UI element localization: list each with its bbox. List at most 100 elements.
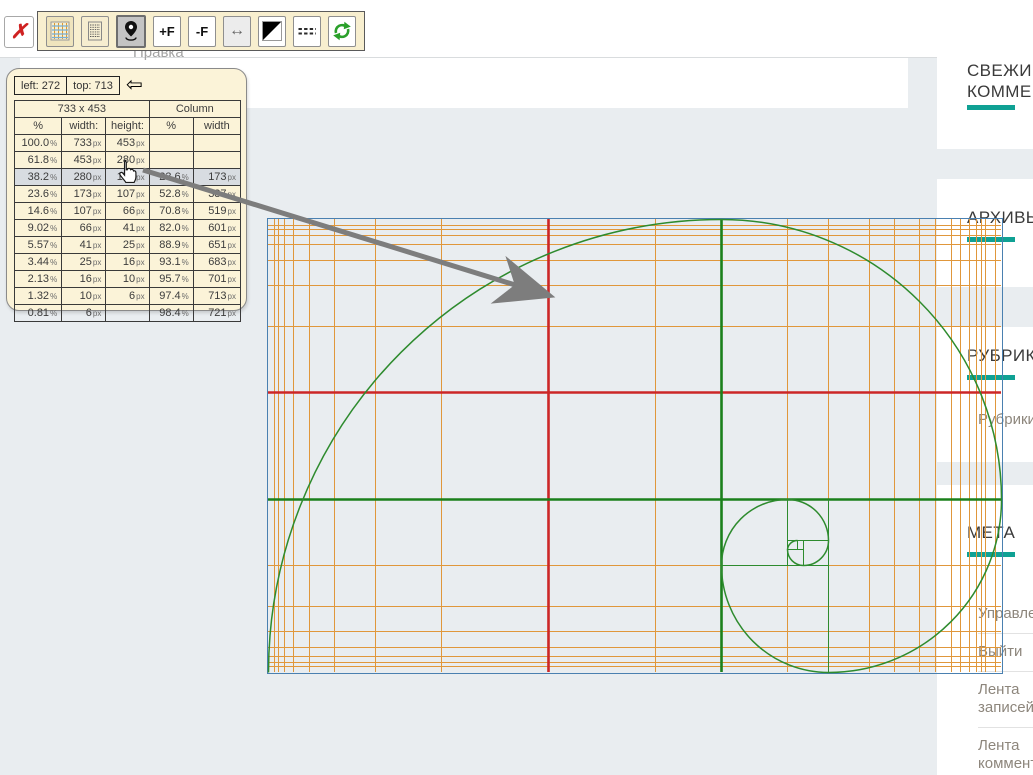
screen: Правка СВЕЖИЕ КОММЕНТАРИИ АРХИВЫ РУБРИКИ… xyxy=(0,0,1033,775)
measure-row[interactable]: 38.2% 280px 173px 23.6% 173px xyxy=(13,168,242,186)
measure-cell[interactable]: 25px xyxy=(61,253,107,271)
measure-cell[interactable]: 683px xyxy=(192,253,242,271)
measure-row[interactable]: 100.0% 733px 453px xyxy=(13,134,242,152)
widget-link-item: Лента комментариев xyxy=(978,728,1033,775)
measure-cell[interactable]: 713px xyxy=(192,287,242,305)
widget-link-list: Рубрики xyxy=(978,402,1033,439)
measure-cell[interactable]: 9.02% xyxy=(13,219,63,237)
measure-row[interactable]: 0.81% 6px 98.4% 721px xyxy=(13,304,242,322)
widget-title: РУБРИКИ xyxy=(967,346,1033,365)
refresh-icon xyxy=(333,21,351,41)
measure-cell[interactable]: 100.0% xyxy=(13,134,63,152)
width-resize-button[interactable]: ↔ xyxy=(223,15,251,47)
contrast-triangle-icon xyxy=(262,21,282,41)
refresh-button[interactable] xyxy=(328,15,356,47)
measure-cell[interactable]: 52.8% xyxy=(148,185,194,203)
measure-cell[interactable]: 25px xyxy=(105,236,150,254)
measure-cell[interactable]: 721px xyxy=(192,304,242,322)
measure-cell[interactable]: 453px xyxy=(105,134,150,152)
grid-toggle-button[interactable] xyxy=(46,15,74,47)
sidebar-link[interactable]: Лента записей xyxy=(978,681,1033,716)
measure-cell[interactable]: 733px xyxy=(61,134,107,152)
sidebar-link[interactable]: Управление xyxy=(978,605,1033,622)
measure-cell[interactable]: 701px xyxy=(192,270,242,288)
measure-cell[interactable]: 16px xyxy=(105,253,150,271)
measure-cell[interactable]: 107px xyxy=(61,202,107,220)
measure-cell[interactable]: 41px xyxy=(61,236,107,254)
measure-cell[interactable]: 453px xyxy=(61,151,107,169)
back-arrow-icon[interactable]: ⇦ xyxy=(126,72,143,97)
measure-cell[interactable]: 6px xyxy=(61,304,107,322)
measure-row[interactable]: 2.13% 16px 10px 95.7% 701px xyxy=(13,270,242,288)
measure-cell[interactable]: 88.9% xyxy=(148,236,194,254)
font-increase-button[interactable]: +F xyxy=(153,15,181,47)
measure-cell[interactable]: 387px xyxy=(192,185,242,203)
accent-bar xyxy=(967,105,1015,110)
measure-cell[interactable]: 5.57% xyxy=(13,236,63,254)
location-pin-icon xyxy=(125,21,137,41)
col-header-width: width: xyxy=(61,117,107,135)
measure-cell[interactable]: 41px xyxy=(105,219,150,237)
widget-meta: МЕТА Управление Выйти Лента записей Лента к… xyxy=(937,485,1033,775)
measure-cell[interactable]: 6px xyxy=(105,287,150,305)
measure-cell[interactable]: 16px xyxy=(61,270,107,288)
measure-cell[interactable]: 93.1% xyxy=(148,253,194,271)
widget-title: МЕТА xyxy=(967,523,1016,542)
contrast-button[interactable] xyxy=(258,15,286,47)
sidebar: СВЕЖИЕ КОММЕНТАРИИ АРХИВЫ РУБРИКИ Рубрик… xyxy=(937,57,1033,775)
measure-cell[interactable]: 2.13% xyxy=(13,270,63,288)
measure-cell[interactable]: 519px xyxy=(192,202,242,220)
measure-cell[interactable]: 280px xyxy=(105,151,150,169)
measure-cell[interactable]: 70.8% xyxy=(148,202,194,220)
measure-cell[interactable]: 107px xyxy=(105,185,150,203)
widget-categories: РУБРИКИ Рубрики xyxy=(937,327,1033,462)
close-button[interactable]: ✗ xyxy=(4,16,34,48)
measure-table-button[interactable] xyxy=(81,15,109,47)
measure-cell[interactable] xyxy=(192,134,242,152)
measure-cell[interactable]: 173px xyxy=(61,185,107,203)
widget-link-item: Лента записей xyxy=(978,672,1033,728)
measure-row[interactable]: 3.44% 25px 16px 93.1% 683px xyxy=(13,253,242,271)
dashed-lines-button[interactable] xyxy=(293,15,321,47)
measure-cell[interactable]: 97.4% xyxy=(148,287,194,305)
measure-cell[interactable]: 38.2% xyxy=(13,168,63,186)
measure-row[interactable]: 5.57% 41px 25px 88.9% 651px xyxy=(13,236,242,254)
measure-cell[interactable]: 98.4% xyxy=(148,304,194,322)
measure-cell[interactable]: 66px xyxy=(105,202,150,220)
font-decrease-button[interactable]: -F xyxy=(188,15,216,47)
measure-cell[interactable]: 1.32% xyxy=(13,287,63,305)
measure-row[interactable]: 61.8% 453px 280px xyxy=(13,151,242,169)
measure-cell[interactable]: 601px xyxy=(192,219,242,237)
measure-cell[interactable]: 14.6% xyxy=(13,202,63,220)
measure-cell[interactable]: 23.6% xyxy=(13,185,63,203)
measure-row[interactable]: 14.6% 107px 66px 70.8% 519px xyxy=(13,202,242,220)
measure-cell[interactable]: 651px xyxy=(192,236,242,254)
measure-cell[interactable]: 61.8% xyxy=(13,151,63,169)
measure-cell[interactable]: 66px xyxy=(61,219,107,237)
measure-cell[interactable]: 10px xyxy=(61,287,107,305)
widget-link-item: Выйти xyxy=(978,634,1033,672)
measure-row[interactable]: 23.6% 173px 107px 52.8% 387px xyxy=(13,185,242,203)
locate-button[interactable] xyxy=(116,14,146,48)
measure-cell[interactable]: 0.81% xyxy=(13,304,63,322)
measure-cell[interactable]: 3.44% xyxy=(13,253,63,271)
measure-cell[interactable] xyxy=(148,151,194,169)
measure-cell[interactable] xyxy=(192,151,242,169)
measure-cell[interactable] xyxy=(105,304,150,322)
measure-row[interactable]: 9.02% 66px 41px 82.0% 601px xyxy=(13,219,242,237)
measure-cell[interactable] xyxy=(148,134,194,152)
col-header-height: height: xyxy=(105,117,150,135)
sidebar-link[interactable]: Лента комментариев xyxy=(978,737,1033,772)
measure-cell[interactable]: 23.6% xyxy=(148,168,194,186)
measure-cell[interactable]: 173px xyxy=(105,168,150,186)
measure-cell[interactable]: 95.7% xyxy=(148,270,194,288)
measure-cell[interactable]: 82.0% xyxy=(148,219,194,237)
col-header-colpct: % xyxy=(148,117,194,135)
measure-cell[interactable]: 280px xyxy=(61,168,107,186)
widget-archives: АРХИВЫ xyxy=(937,179,1033,287)
sidebar-link[interactable]: Выйти xyxy=(978,643,1022,660)
measure-cell[interactable]: 10px xyxy=(105,270,150,288)
measure-row[interactable]: 1.32% 10px 6px 97.4% 713px xyxy=(13,287,242,305)
measure-cell[interactable]: 173px xyxy=(192,168,242,186)
sidebar-link[interactable]: Рубрики xyxy=(978,411,1033,428)
